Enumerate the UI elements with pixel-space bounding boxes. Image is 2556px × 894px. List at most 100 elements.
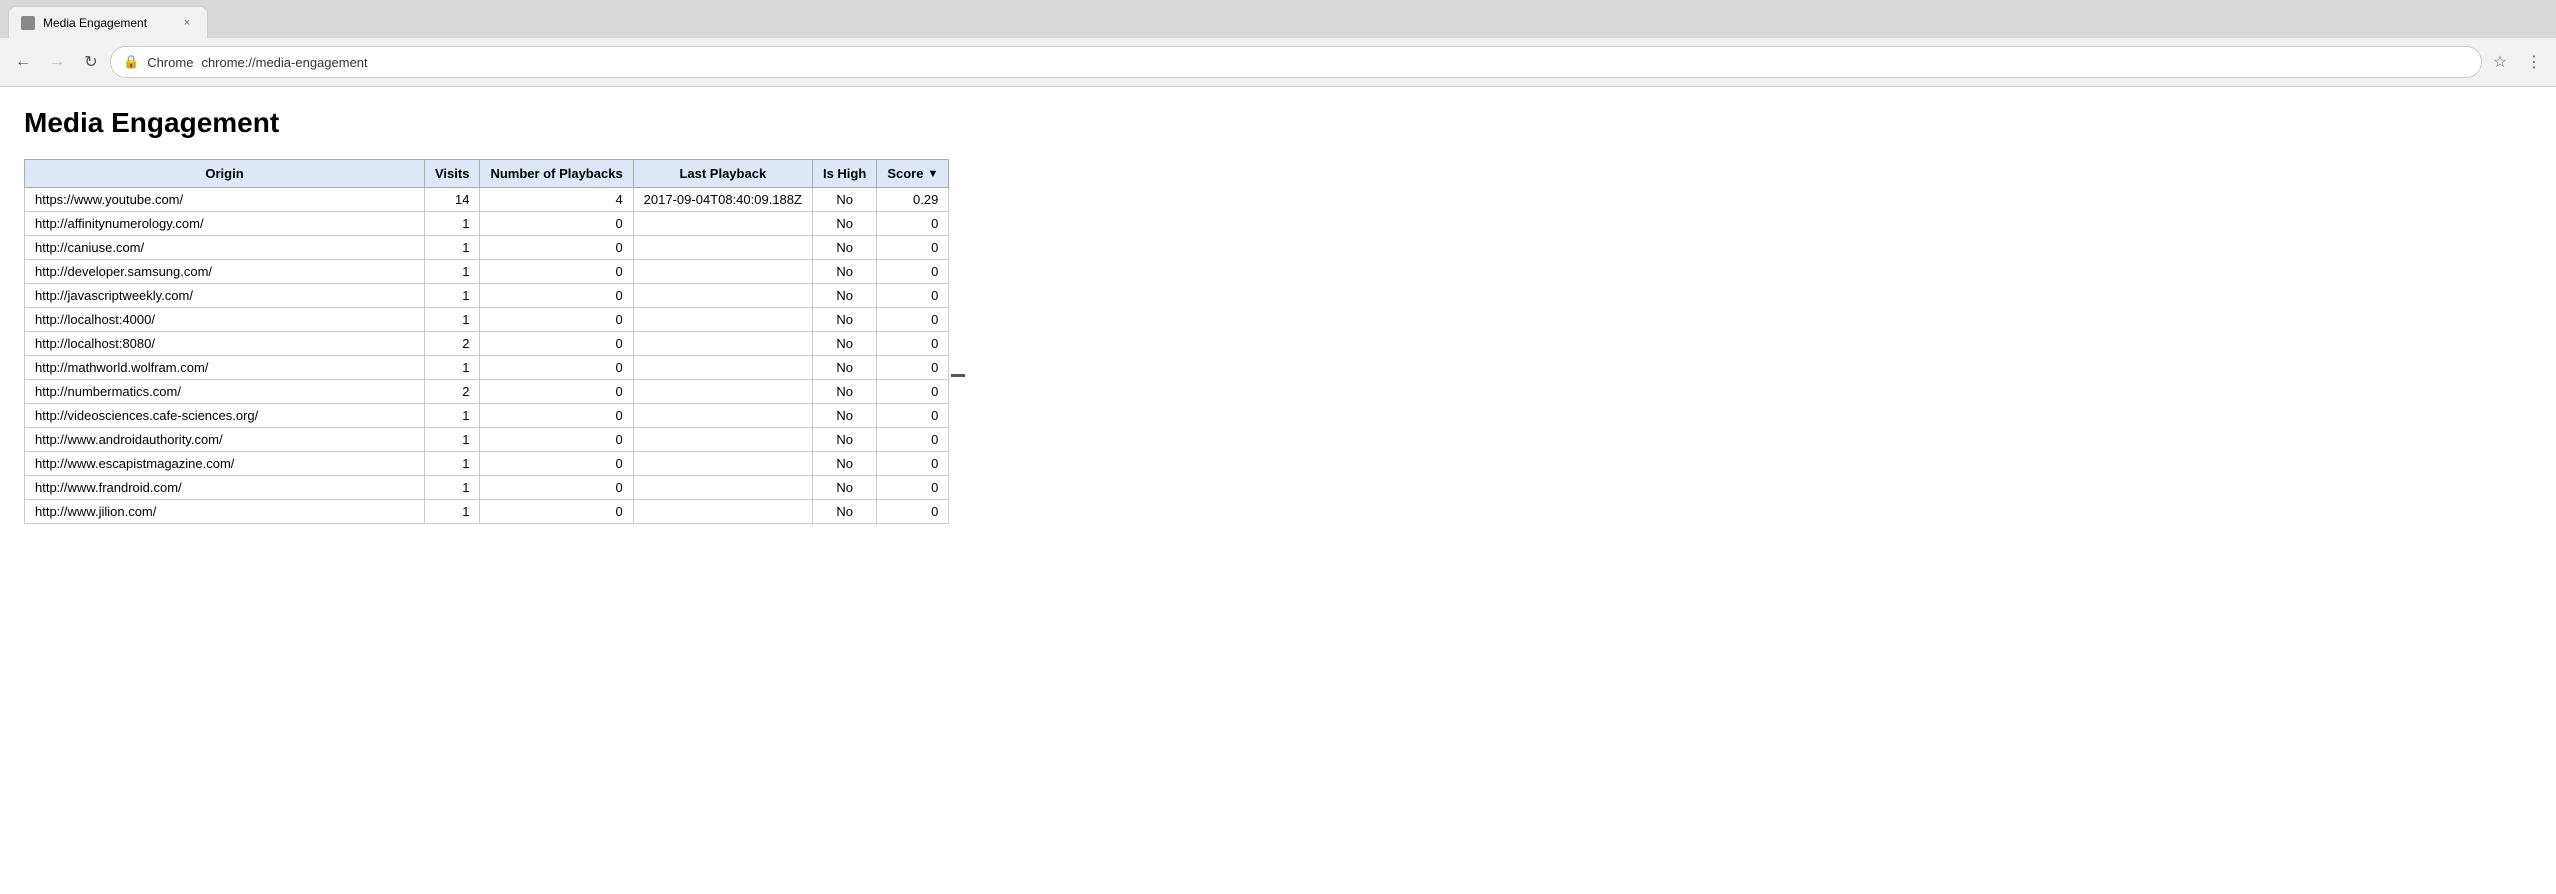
cell-playbacks: 0 [480, 284, 633, 308]
cell-score: 0.29 [877, 188, 949, 212]
cell-last-playback: 2017-09-04T08:40:09.188Z [633, 188, 812, 212]
cell-playbacks: 0 [480, 404, 633, 428]
forward-button[interactable]: → [42, 47, 72, 77]
cell-is-high: No [812, 236, 876, 260]
cell-last-playback [633, 476, 812, 500]
cell-is-high: No [812, 452, 876, 476]
tab-close-button[interactable]: × [179, 15, 195, 31]
score-label: Score [887, 166, 923, 181]
cell-last-playback [633, 236, 812, 260]
tab-title: Media Engagement [43, 16, 171, 30]
secure-icon: 🔒 [123, 54, 139, 70]
cell-is-high: No [812, 500, 876, 524]
browser-chrome: Media Engagement × ← → ↻ 🔒 Chrome ☆ ⋮ [0, 0, 2556, 87]
cell-score: 0 [877, 404, 949, 428]
cell-score: 0 [877, 332, 949, 356]
cell-visits: 1 [425, 476, 480, 500]
cell-visits: 1 [425, 260, 480, 284]
active-tab[interactable]: Media Engagement × [8, 6, 208, 38]
cell-origin: http://localhost:8080/ [25, 332, 425, 356]
cell-playbacks: 4 [480, 188, 633, 212]
cell-visits: 2 [425, 380, 480, 404]
cell-score: 0 [877, 356, 949, 380]
cell-score: 0 [877, 452, 949, 476]
tab-bar: Media Engagement × [0, 0, 2556, 38]
chrome-label: Chrome [147, 55, 193, 70]
cell-score: 0 [877, 284, 949, 308]
cell-score: 0 [877, 308, 949, 332]
cell-playbacks: 0 [480, 452, 633, 476]
table-row: http://www.escapistmagazine.com/10No0 [25, 452, 949, 476]
cell-last-playback [633, 380, 812, 404]
cell-score: 0 [877, 428, 949, 452]
header-visits[interactable]: Visits [425, 160, 480, 188]
table-row: http://javascriptweekly.com/10No0 [25, 284, 949, 308]
nav-bar: ← → ↻ 🔒 Chrome ☆ ⋮ [0, 38, 2556, 86]
cell-origin: http://www.jilion.com/ [25, 500, 425, 524]
cell-visits: 1 [425, 452, 480, 476]
cell-visits: 1 [425, 308, 480, 332]
cell-playbacks: 0 [480, 428, 633, 452]
cell-score: 0 [877, 476, 949, 500]
cell-score: 0 [877, 380, 949, 404]
cell-score: 0 [877, 260, 949, 284]
table-row: http://developer.samsung.com/10No0 [25, 260, 949, 284]
address-bar[interactable]: 🔒 Chrome [110, 46, 2482, 78]
table-body: https://www.youtube.com/1442017-09-04T08… [25, 188, 949, 524]
cell-playbacks: 0 [480, 212, 633, 236]
table-row: http://numbermatics.com/20No0 [25, 380, 949, 404]
browser-menu-button[interactable]: ⋮ [2520, 48, 2548, 76]
cell-origin: http://www.frandroid.com/ [25, 476, 425, 500]
cell-score: 0 [877, 236, 949, 260]
reload-button[interactable]: ↻ [76, 47, 106, 77]
table-row: http://www.androidauthority.com/10No0 [25, 428, 949, 452]
forward-icon: → [49, 53, 65, 71]
cell-playbacks: 0 [480, 332, 633, 356]
cell-visits: 2 [425, 332, 480, 356]
menu-icon: ⋮ [2526, 52, 2542, 72]
cell-origin: http://videosciences.cafe-sciences.org/ [25, 404, 425, 428]
scrollbar-thumb [951, 374, 965, 377]
table-row: http://localhost:8080/20No0 [25, 332, 949, 356]
cell-last-playback [633, 404, 812, 428]
cell-is-high: No [812, 188, 876, 212]
cell-last-playback [633, 500, 812, 524]
bookmark-button[interactable]: ☆ [2486, 48, 2514, 76]
cell-is-high: No [812, 260, 876, 284]
header-is-high[interactable]: Is High [812, 160, 876, 188]
cell-visits: 1 [425, 284, 480, 308]
header-playbacks[interactable]: Number of Playbacks [480, 160, 633, 188]
cell-origin: http://javascriptweekly.com/ [25, 284, 425, 308]
cell-last-playback [633, 260, 812, 284]
cell-is-high: No [812, 212, 876, 236]
header-origin[interactable]: Origin [25, 160, 425, 188]
sort-arrow-icon: ▼ [927, 168, 938, 180]
cell-playbacks: 0 [480, 308, 633, 332]
cell-score: 0 [877, 500, 949, 524]
page-title: Media Engagement [24, 107, 2532, 139]
cell-last-playback [633, 308, 812, 332]
cell-playbacks: 0 [480, 260, 633, 284]
cell-visits: 1 [425, 212, 480, 236]
table-header-row: Origin Visits Number of Playbacks Last P… [25, 160, 949, 188]
table-row: http://affinitynumerology.com/10No0 [25, 212, 949, 236]
table-row: https://www.youtube.com/1442017-09-04T08… [25, 188, 949, 212]
cell-visits: 1 [425, 356, 480, 380]
header-score[interactable]: Score ▼ [877, 160, 949, 188]
back-button[interactable]: ← [8, 47, 38, 77]
header-last-playback[interactable]: Last Playback [633, 160, 812, 188]
url-input[interactable] [201, 55, 2469, 70]
tab-favicon-icon [21, 16, 35, 30]
bookmark-icon: ☆ [2493, 52, 2507, 72]
cell-visits: 1 [425, 236, 480, 260]
cell-origin: http://developer.samsung.com/ [25, 260, 425, 284]
cell-is-high: No [812, 284, 876, 308]
cell-origin: http://www.androidauthority.com/ [25, 428, 425, 452]
cell-origin: http://caniuse.com/ [25, 236, 425, 260]
cell-visits: 1 [425, 428, 480, 452]
cell-playbacks: 0 [480, 476, 633, 500]
reload-icon: ↻ [84, 52, 97, 72]
table-row: http://caniuse.com/10No0 [25, 236, 949, 260]
media-engagement-table: Origin Visits Number of Playbacks Last P… [24, 159, 949, 524]
cell-origin: http://mathworld.wolfram.com/ [25, 356, 425, 380]
